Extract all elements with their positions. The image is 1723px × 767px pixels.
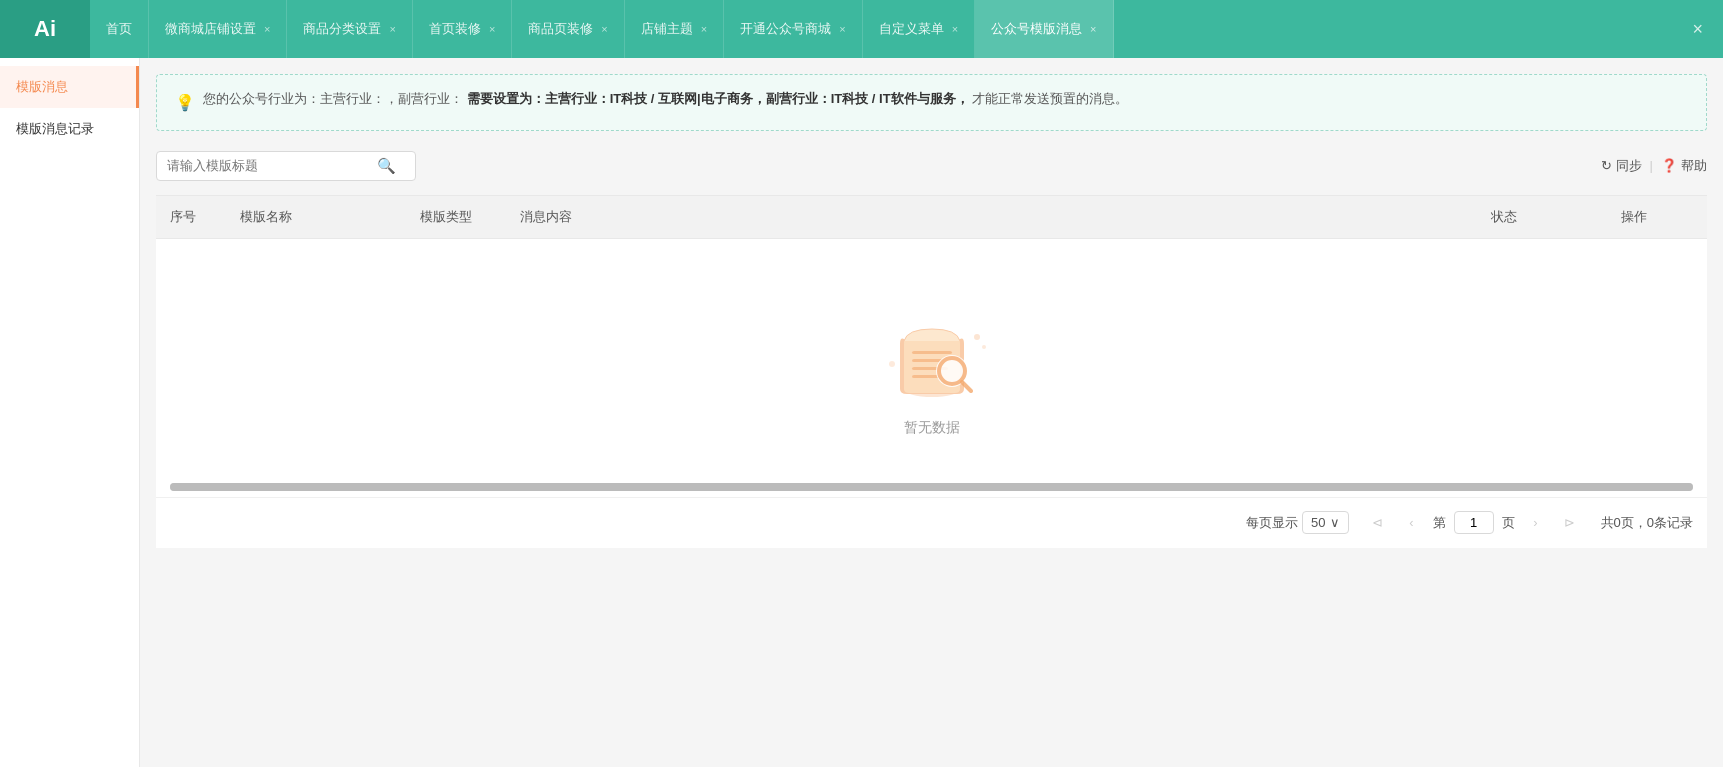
nav-tab-label: 商品分类设置 (303, 20, 381, 38)
svg-point-8 (974, 334, 980, 340)
nav-tab-label: 首页装修 (429, 20, 481, 38)
nav-tab-label: 自定义菜单 (879, 20, 944, 38)
close-all-button[interactable]: × (1682, 19, 1713, 40)
nav-tab-label: 微商城店铺设置 (165, 20, 256, 38)
nav-tab-home[interactable]: 首页 (90, 0, 149, 58)
tab-close-icon[interactable]: × (1090, 23, 1096, 35)
page-unit: 页 (1502, 514, 1515, 532)
empty-illustration (872, 299, 992, 419)
page-size-select: 每页显示 50 ∨ (1246, 511, 1348, 534)
nav-tab-label: 公众号模版消息 (991, 20, 1082, 38)
page-number-input[interactable] (1454, 511, 1494, 534)
tab-close-icon[interactable]: × (839, 23, 845, 35)
top-nav: Ai 首页微商城店铺设置×商品分类设置×首页装修×商品页装修×店铺主题×开通公众… (0, 0, 1723, 58)
nav-tabs: 首页微商城店铺设置×商品分类设置×首页装修×商品页装修×店铺主题×开通公众号商城… (90, 0, 1682, 58)
nav-tab-category-settings[interactable]: 商品分类设置 × (287, 0, 412, 58)
first-page-button[interactable]: ⊲ (1365, 510, 1391, 536)
sync-button[interactable]: ↻ 同步 (1601, 157, 1642, 175)
page-prefix: 第 (1433, 514, 1446, 532)
nav-tab-label: 首页 (106, 20, 132, 38)
tab-close-icon[interactable]: × (489, 23, 495, 35)
help-button[interactable]: ❓ 帮助 (1661, 157, 1707, 175)
search-wrapper: 🔍 (156, 151, 416, 181)
sidebar-item-template-msg[interactable]: 模版消息 (0, 66, 139, 108)
scrollbar-area (156, 477, 1707, 497)
prev-page-button[interactable]: ‹ (1399, 510, 1425, 536)
svg-point-9 (982, 345, 986, 349)
next-page-button[interactable]: › (1523, 510, 1549, 536)
svg-point-10 (889, 361, 895, 367)
sidebar: 模版消息模版消息记录 (0, 58, 140, 767)
empty-row: 暂无数据 (156, 238, 1707, 477)
horizontal-scrollbar[interactable] (170, 483, 1693, 491)
nav-tab-custom-menu[interactable]: 自定义菜单 × (863, 0, 975, 58)
tab-close-icon[interactable]: × (701, 23, 707, 35)
col-header-seq: 序号 (156, 195, 226, 238)
search-row: 🔍 ↻ 同步 | ❓ 帮助 (156, 151, 1707, 181)
page-size-value: 50 (1311, 515, 1325, 530)
nav-tab-shop-settings[interactable]: 微商城店铺设置 × (149, 0, 287, 58)
last-page-button[interactable]: ⊳ (1557, 510, 1583, 536)
col-header-status: 状态 (1477, 195, 1607, 238)
sync-icon: ↻ (1601, 158, 1612, 173)
search-button[interactable]: 🔍 (377, 157, 396, 175)
toolbar-right: ↻ 同步 | ❓ 帮助 (1601, 157, 1707, 175)
col-header-content: 消息内容 (506, 195, 1477, 238)
table-body: 暂无数据 (156, 238, 1707, 477)
notice-text: 您的公众号行业为：主营行业：，副营行业： 需要设置为：主营行业：IT科技 / 互… (203, 89, 1128, 110)
empty-state: 暂无数据 (156, 239, 1707, 477)
tab-close-icon[interactable]: × (264, 23, 270, 35)
app-logo: Ai (0, 0, 90, 58)
tab-close-icon[interactable]: × (952, 23, 958, 35)
svg-rect-4 (912, 375, 940, 378)
nav-tab-shop-theme[interactable]: 店铺主题 × (625, 0, 724, 58)
table-header-row: 序号模版名称模版类型消息内容状态操作 (156, 195, 1707, 238)
nav-tab-product-decor[interactable]: 商品页装修 × (512, 0, 624, 58)
nav-tab-label: 开通公众号商城 (740, 20, 831, 38)
page-size-dropdown[interactable]: 50 ∨ (1302, 511, 1348, 534)
divider: | (1650, 158, 1653, 173)
page-size-label: 每页显示 (1246, 514, 1298, 532)
nav-tab-template-msg[interactable]: 公众号模版消息 × (975, 0, 1113, 58)
svg-rect-1 (912, 351, 952, 354)
main-layout: 模版消息模版消息记录 💡 您的公众号行业为：主营行业：，副营行业： 需要设置为：… (0, 58, 1723, 767)
col-header-type: 模版类型 (406, 195, 506, 238)
table-header: 序号模版名称模版类型消息内容状态操作 (156, 195, 1707, 238)
pagination-row: 每页显示 50 ∨ ⊲ ‹ 第 页 › ⊳ 共0页，0条记录 (156, 497, 1707, 548)
col-header-name: 模版名称 (226, 195, 406, 238)
sidebar-item-template-record[interactable]: 模版消息记录 (0, 108, 139, 150)
nav-tab-homepage-decor[interactable]: 首页装修 × (413, 0, 512, 58)
col-header-action: 操作 (1607, 195, 1707, 238)
tab-close-icon[interactable]: × (601, 23, 607, 35)
notice-box: 💡 您的公众号行业为：主营行业：，副营行业： 需要设置为：主营行业：IT科技 /… (156, 74, 1707, 131)
tab-close-icon[interactable]: × (389, 23, 395, 35)
help-icon: ❓ (1661, 158, 1677, 173)
nav-tab-open-mall[interactable]: 开通公众号商城 × (724, 0, 862, 58)
nav-tab-label: 店铺主题 (641, 20, 693, 38)
page-total: 共0页，0条记录 (1601, 514, 1693, 532)
dropdown-arrow-icon: ∨ (1330, 515, 1340, 530)
scrollbar-thumb[interactable] (170, 483, 1693, 491)
content-area: 💡 您的公众号行业为：主营行业：，副营行业： 需要设置为：主营行业：IT科技 /… (140, 58, 1723, 767)
data-table: 序号模版名称模版类型消息内容状态操作 (156, 195, 1707, 477)
nav-tab-label: 商品页装修 (528, 20, 593, 38)
search-input[interactable] (167, 158, 377, 173)
notice-icon: 💡 (175, 90, 195, 116)
empty-text: 暂无数据 (904, 419, 960, 437)
